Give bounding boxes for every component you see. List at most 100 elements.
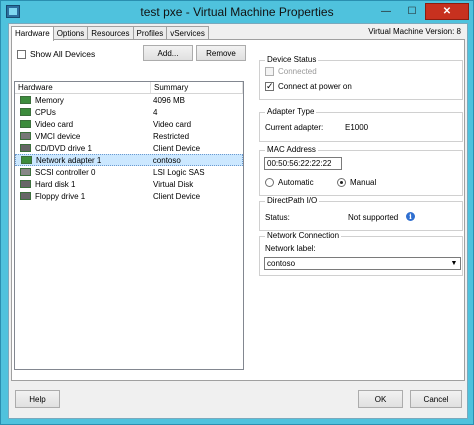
hardware-name-cell: CD/DVD drive 1 [15,144,151,153]
add-button[interactable]: Add... [143,45,193,61]
hardware-name: CPUs [35,107,56,117]
manual-label: Manual [350,178,377,187]
tab-resources[interactable]: Resources [87,26,134,40]
hardware-summary: 4096 MB [153,95,186,105]
hardware-row[interactable]: Network adapter 1 contoso [15,154,243,166]
hardware-name-cell: Video card [15,120,151,129]
hardware-row[interactable]: Floppy drive 1 Client Device [15,190,243,202]
hardware-row[interactable]: Memory 4096 MB [15,94,243,106]
hardware-name: VMCI device [35,131,81,141]
hardware-tab-panel: Show All Devices Add... Remove Hardware … [11,39,465,381]
connected-label: Connected [278,67,317,76]
directpath-group: DirectPath I/O Status: Not supported i [259,196,463,231]
hardware-name: CD/DVD drive 1 [35,143,92,153]
tab-hardware[interactable]: Hardware [11,26,54,41]
show-all-devices-label: Show All Devices [30,49,96,59]
tab-options[interactable]: Options [52,26,89,40]
network-adapter-icon [21,156,32,164]
network-connection-title: Network Connection [265,231,342,240]
current-adapter-value: E1000 [345,123,369,132]
hardware-row[interactable]: CPUs 4 [15,106,243,118]
video-card-icon [20,120,31,128]
title-bar[interactable]: test pxe - Virtual Machine Properties — … [1,1,473,23]
mac-address-input[interactable]: 00:50:56:22:22:22 [264,157,342,170]
mac-address-group: MAC Address 00:50:56:22:22:22 Automatic … [259,145,463,196]
connect-at-power-on-option[interactable]: Connect at power on [265,81,352,91]
hardware-name-cell: SCSI controller 0 [15,168,151,177]
hardware-summary: Client Device [153,143,201,153]
hardware-row[interactable]: Video card Video card [15,118,243,130]
connect-at-power-on-checkbox[interactable] [265,81,274,91]
hardware-summary: Restricted [153,131,190,141]
close-button[interactable]: ✕ [425,3,469,20]
help-button[interactable]: Help [15,390,60,408]
column-hardware[interactable]: Hardware [15,82,151,93]
automatic-radio[interactable] [265,178,274,187]
cancel-button[interactable]: Cancel [410,390,462,408]
info-icon[interactable]: i [406,212,415,221]
mac-automatic-option[interactable]: Automatic [265,178,314,187]
chevron-down-icon[interactable]: ▼ [448,258,460,269]
hardware-name-cell: VMCI device [15,132,151,141]
hardware-summary: contoso [152,155,181,165]
adapter-type-group: Adapter Type Current adapter: E1000 [259,107,463,142]
directpath-status-label: Status: [265,213,290,222]
hardware-name-cell: Network adapter 1 [16,156,151,165]
column-summary[interactable]: Summary [151,82,243,93]
hardware-name: SCSI controller 0 [35,167,96,177]
mac-manual-option[interactable]: Manual [337,178,376,187]
tab-vservices[interactable]: vServices [166,26,209,40]
memory-icon [20,96,31,104]
hard-disk-icon [20,180,31,188]
hardware-row[interactable]: SCSI controller 0 LSI Logic SAS [15,166,243,178]
connected-checkbox[interactable] [265,67,274,76]
adapter-type-title: Adapter Type [265,107,317,116]
manual-radio[interactable] [337,178,346,187]
connected-option[interactable]: Connected [265,67,317,76]
show-all-devices-option[interactable]: Show All Devices [17,49,95,59]
hardware-summary: Virtual Disk [153,179,194,189]
hardware-list: Hardware Summary Memory 4096 MB CPUs 4 Video… [14,81,244,370]
connect-at-power-on-label: Connect at power on [278,82,352,91]
hardware-row[interactable]: CD/DVD drive 1 Client Device [15,142,243,154]
hardware-name: Hard disk 1 [35,179,76,189]
hardware-row[interactable]: VMCI device Restricted [15,130,243,142]
hardware-summary: Client Device [153,191,201,201]
device-status-title: Device Status [265,55,319,64]
directpath-title: DirectPath I/O [265,196,320,205]
vmci-device-icon [20,132,31,140]
hardware-summary: Video card [153,119,192,129]
device-status-group: Device Status Connected Connect at power… [259,55,463,100]
dialog-client-area: Hardware Options Resources Profiles vSer… [8,23,468,419]
remove-button[interactable]: Remove [196,45,246,61]
maximize-button[interactable]: ☐ [399,3,425,20]
network-label-dropdown[interactable]: contoso ▼ [264,257,461,270]
window-controls: — ☐ ✕ [373,3,469,20]
hardware-row[interactable]: Hard disk 1 Virtual Disk [15,178,243,190]
hardware-name-cell: CPUs [15,108,151,117]
vm-version-label: Virtual Machine Version: 8 [368,27,461,36]
hardware-name: Floppy drive 1 [35,191,86,201]
automatic-label: Automatic [278,178,314,187]
mac-address-title: MAC Address [265,145,318,154]
hardware-name: Network adapter 1 [36,155,102,165]
ok-button[interactable]: OK [358,390,403,408]
hardware-name-cell: Floppy drive 1 [15,192,151,201]
hardware-name-cell: Hard disk 1 [15,180,151,189]
floppy-drive-icon [20,192,31,200]
cd-dvd-icon [20,144,31,152]
scsi-controller-icon [20,168,31,176]
current-adapter-label: Current adapter: [265,123,324,132]
network-label-value: contoso [267,259,296,268]
directpath-status-value: Not supported [348,213,399,222]
minimize-button[interactable]: — [373,3,399,20]
hardware-rows: Memory 4096 MB CPUs 4 Video card Video card VM… [15,94,243,202]
network-label-caption: Network label: [265,244,316,253]
hardware-name: Video card [35,119,74,129]
hardware-summary: 4 [153,107,158,117]
show-all-devices-checkbox[interactable] [17,49,26,59]
tab-profiles[interactable]: Profiles [132,26,168,40]
vm-properties-window: test pxe - Virtual Machine Properties — … [0,0,474,425]
cpu-icon [20,108,31,116]
hardware-name-cell: Memory [15,96,151,105]
